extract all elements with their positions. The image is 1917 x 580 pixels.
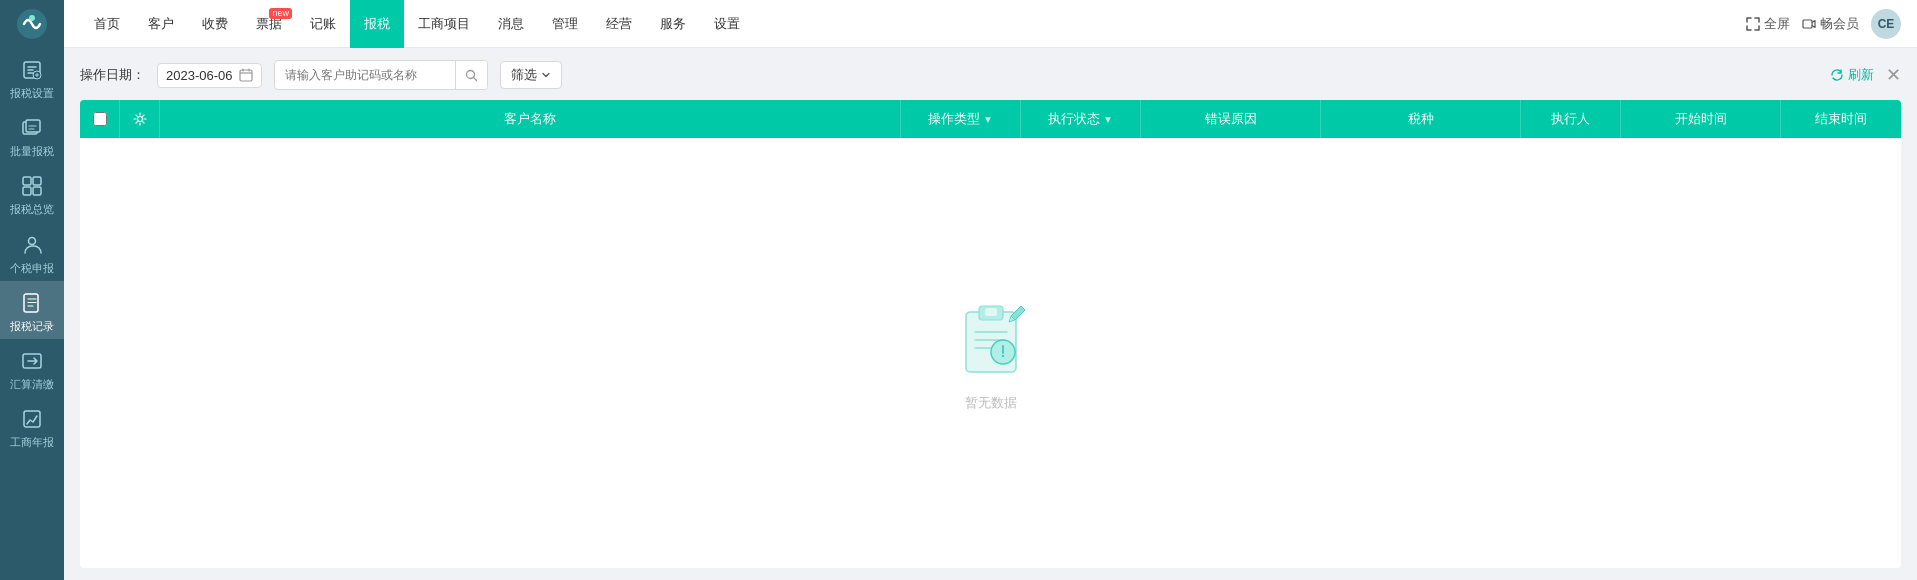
svg-rect-13 [24,411,40,427]
svg-point-1 [29,15,35,21]
avatar[interactable]: CE [1871,9,1901,39]
sidebar-item-geshuishen-bao[interactable]: 个税申报 [0,223,64,281]
svg-point-17 [137,117,142,122]
date-label: 操作日期： [80,66,145,84]
top-navigation: 首页 客户 收费 票据 new 记账 报税 工商项目 消息 管理 经营 服务 设… [64,0,1917,48]
svg-rect-7 [33,177,41,185]
nav-item-collection[interactable]: 收费 [188,0,242,48]
sidebar-item-baoshui-zonglан[interactable]: 报税总览 [0,164,64,222]
refresh-label: 刷新 [1848,66,1874,84]
th-exec-status[interactable]: 执行状态 ▼ [1021,100,1141,138]
nav-item-home[interactable]: 首页 [80,0,134,48]
sidebar-item-label: 报税记录 [10,320,54,333]
date-picker[interactable]: 2023-06-06 [157,63,262,88]
nav-item-management[interactable]: 管理 [538,0,592,48]
content-area: 操作日期： 2023-06-06 筛选 [64,48,1917,580]
search-box [274,60,488,90]
nav-item-operation[interactable]: 经营 [592,0,646,48]
sort-icon: ▼ [983,114,993,125]
select-all-checkbox[interactable] [93,112,107,126]
settings-tax-icon [18,56,46,84]
svg-rect-14 [1803,20,1812,28]
overview-tax-icon [18,172,46,200]
fullscreen-button[interactable]: 全屏 [1746,15,1790,33]
sidebar-item-label: 工商年报 [10,436,54,449]
nav-item-industrial[interactable]: 工商项目 [404,0,484,48]
th-executor: 执行人 [1521,100,1621,138]
sidebar-item-label: 批量报税 [10,145,54,158]
calendar-icon [239,68,253,82]
nav-item-tax[interactable]: 报税 [350,0,404,48]
sidebar-item-baoshui-shezhi[interactable]: 报税设置 [0,48,64,106]
svg-rect-20 [985,308,997,316]
fullscreen-icon [1746,17,1760,31]
nav-items: 首页 客户 收费 票据 new 记账 报税 工商项目 消息 管理 经营 服务 设… [80,0,1746,48]
gear-icon [133,112,147,126]
toolbar-right: 刷新 ✕ [1830,66,1901,84]
date-value: 2023-06-06 [166,68,233,83]
th-tax-type: 税种 [1321,100,1521,138]
annual-report-icon [18,405,46,433]
table-header: 客户名称 操作类型 ▼ 执行状态 ▼ 错误原因 税种 执行人 [80,100,1901,138]
th-operation-type[interactable]: 操作类型 ▼ [901,100,1021,138]
batch-tax-icon [18,114,46,142]
main-area: 首页 客户 收费 票据 new 记账 报税 工商项目 消息 管理 经营 服务 设… [64,0,1917,580]
th-gear[interactable] [120,100,160,138]
sort-icon: ▼ [1103,114,1113,125]
th-error-reason: 错误原因 [1141,100,1321,138]
close-button[interactable]: ✕ [1886,66,1901,84]
toolbar: 操作日期： 2023-06-06 筛选 [80,60,1901,90]
sidebar-item-huisuan-jiaona[interactable]: 汇算清缴 [0,339,64,397]
svg-rect-6 [23,177,31,185]
settlement-icon [18,347,46,375]
svg-rect-15 [240,70,252,81]
nav-item-customer[interactable]: 客户 [134,0,188,48]
th-start-time: 开始时间 [1621,100,1781,138]
sidebar-item-label: 报税总览 [10,203,54,216]
nav-item-service[interactable]: 服务 [646,0,700,48]
record-tax-icon [18,289,46,317]
nav-item-bookkeeping[interactable]: 记账 [296,0,350,48]
sidebar-item-label: 报税设置 [10,87,54,100]
table-body: 暂无数据 [80,138,1901,568]
member-button[interactable]: 畅会员 [1802,15,1859,33]
personal-tax-icon [18,231,46,259]
search-icon [465,69,478,82]
empty-state: 暂无数据 [951,294,1031,412]
th-end-time: 结束时间 [1781,100,1901,138]
new-badge: new [269,8,292,19]
nav-item-invoice[interactable]: 票据 new [242,0,296,48]
video-icon [1802,17,1816,31]
sidebar-item-label: 汇算清缴 [10,378,54,391]
chevron-down-icon [541,70,551,80]
th-client-name: 客户名称 [160,100,901,138]
sidebar-item-piliang-baoshui[interactable]: 批量报税 [0,106,64,164]
nav-item-message[interactable]: 消息 [484,0,538,48]
topnav-right: 全屏 畅会员 CE [1746,9,1901,39]
filter-label: 筛选 [511,66,537,84]
svg-point-10 [29,237,36,244]
nav-item-settings[interactable]: 设置 [700,0,754,48]
sidebar-item-label: 个税申报 [10,262,54,275]
empty-illustration-svg [951,294,1031,384]
svg-rect-8 [23,187,31,195]
refresh-icon [1830,68,1844,82]
filter-button[interactable]: 筛选 [500,61,562,89]
sidebar: 报税设置 批量报税 报税总览 [0,0,64,580]
data-table: 客户名称 操作类型 ▼ 执行状态 ▼ 错误原因 税种 执行人 [80,100,1901,568]
empty-text: 暂无数据 [965,394,1017,412]
th-checkbox[interactable] [80,100,120,138]
sidebar-item-baoshui-jilu[interactable]: 报税记录 [0,281,64,339]
svg-point-25 [1001,355,1003,357]
refresh-button[interactable]: 刷新 [1830,66,1874,84]
svg-rect-9 [33,187,41,195]
search-button[interactable] [455,61,487,89]
search-input[interactable] [275,64,455,86]
app-logo [0,0,64,48]
sidebar-item-gongshang-nianbao[interactable]: 工商年报 [0,397,64,455]
